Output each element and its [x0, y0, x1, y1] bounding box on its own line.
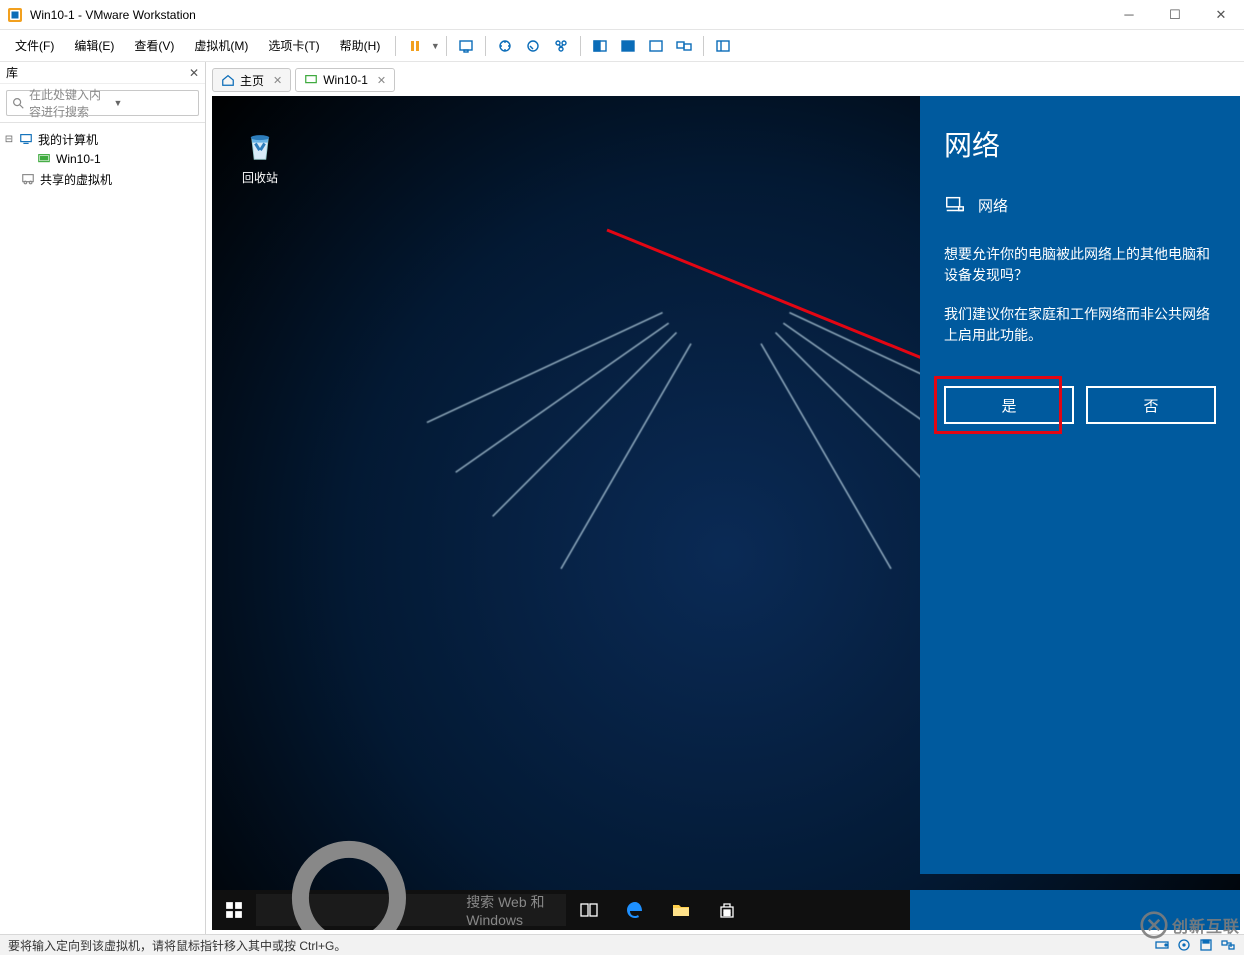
folder-icon [671, 900, 691, 920]
taskbar-search-input[interactable]: 搜索 Web 和 Windows [256, 894, 566, 926]
menu-edit[interactable]: 编辑(E) [65, 33, 123, 58]
window-title: Win10-1 - VMware Workstation [30, 8, 196, 22]
vm-icon [304, 73, 318, 87]
vm-icon [36, 151, 52, 167]
tab-home[interactable]: 主页 ✕ [212, 68, 291, 92]
network-message-2: 我们建议你在家庭和工作网络而非公共网络上启用此功能。 [944, 304, 1216, 346]
pause-icon[interactable] [402, 33, 428, 59]
menu-vm[interactable]: 虚拟机(M) [185, 33, 257, 58]
tabstrip: 主页 ✕ Win10-1 ✕ [212, 66, 1244, 94]
task-view-icon [579, 900, 599, 920]
close-icon[interactable]: ✕ [189, 66, 199, 80]
menu-tabs-opt[interactable]: 选项卡(T) [259, 33, 328, 58]
search-icon [264, 813, 458, 930]
network-icon [944, 194, 966, 216]
guest-taskbar: 搜索 Web 和 Windows [212, 890, 910, 930]
snapshot-manager-icon[interactable] [548, 33, 574, 59]
send-ctrlaltdel-icon[interactable] [453, 33, 479, 59]
library-panel: 库 ✕ 在此处键入内容进行搜索 ▼ ⊟ 我的计算机 Win10-1 共享的虚拟机 [0, 62, 206, 934]
snapshot-revert-icon[interactable] [520, 33, 546, 59]
windows-icon [225, 901, 243, 919]
library-tree: ⊟ 我的计算机 Win10-1 共享的虚拟机 [0, 122, 205, 195]
cd-icon[interactable] [1176, 937, 1192, 953]
desktop-icon-label: 回收站 [230, 169, 290, 186]
tree-root-my-computer[interactable]: ⊟ 我的计算机 [4, 129, 201, 149]
hdd-icon[interactable] [1154, 937, 1170, 953]
store-button[interactable] [704, 890, 750, 930]
close-button[interactable]: ✕ [1198, 1, 1244, 29]
floppy-icon[interactable] [1198, 937, 1214, 953]
network-adapter-icon[interactable] [1220, 937, 1236, 953]
network-subtitle: 网络 [978, 195, 1008, 216]
unity-icon[interactable] [615, 33, 641, 59]
watermark-icon [1140, 911, 1168, 939]
menu-view[interactable]: 查看(V) [125, 33, 183, 58]
edge-button[interactable] [612, 890, 658, 930]
tree-shared-vms[interactable]: 共享的虚拟机 [20, 169, 201, 189]
no-button[interactable]: 否 [1086, 386, 1216, 424]
statusbar: 要将输入定向到该虚拟机，请将鼠标指针移入其中或按 Ctrl+G。 [0, 934, 1244, 955]
network-side-panel: 网络 网络 想要允许你的电脑被此网络上的其他电脑和设备发现吗？ 我们建议你在家庭… [920, 96, 1240, 874]
network-title: 网络 [944, 124, 1216, 164]
stretch-icon[interactable] [643, 33, 669, 59]
minimize-button[interactable]: ─ [1106, 1, 1152, 29]
watermark: 创新互联 [1140, 911, 1240, 939]
snapshot-icon[interactable] [492, 33, 518, 59]
monitor-icon [18, 131, 34, 147]
window-titlebar: Win10-1 - VMware Workstation ─ ☐ ✕ [0, 0, 1244, 30]
library-toggle-icon[interactable] [710, 33, 736, 59]
guest-desktop[interactable]: 回收站 网络 网络 想要允许你的电脑被此网络上的其他电脑和设备发现吗？ 我们建议… [212, 96, 1240, 930]
fullscreen-icon[interactable] [587, 33, 613, 59]
vm-viewport[interactable]: 回收站 网络 网络 想要允许你的电脑被此网络上的其他电脑和设备发现吗？ 我们建议… [212, 96, 1240, 930]
start-button[interactable] [212, 890, 256, 930]
edge-icon [625, 900, 645, 920]
maximize-button[interactable]: ☐ [1152, 1, 1198, 29]
yes-button[interactable]: 是 [944, 386, 1074, 424]
store-icon [717, 900, 737, 920]
search-placeholder: 在此处键入内容进行搜索 [29, 86, 110, 120]
home-icon [221, 73, 235, 87]
library-search-input[interactable]: 在此处键入内容进行搜索 ▼ [6, 90, 199, 116]
task-view-button[interactable] [566, 890, 612, 930]
chevron-down-icon[interactable]: ▼ [430, 41, 440, 51]
menubar: 文件(F) 编辑(E) 查看(V) 虚拟机(M) 选项卡(T) 帮助(H) ▼ [0, 30, 1244, 62]
network-message-1: 想要允许你的电脑被此网络上的其他电脑和设备发现吗？ [944, 244, 1216, 286]
close-icon[interactable]: ✕ [377, 74, 386, 87]
multi-monitor-icon[interactable] [671, 33, 697, 59]
close-icon[interactable]: ✕ [273, 74, 282, 87]
library-title: 库 [6, 64, 18, 81]
tree-vm-win10-1[interactable]: Win10-1 [36, 149, 201, 169]
shared-icon [20, 171, 36, 187]
menu-help[interactable]: 帮助(H) [331, 33, 390, 58]
recycle-bin-icon[interactable]: 回收站 [230, 126, 290, 186]
status-text: 要将输入定向到该虚拟机，请将鼠标指针移入其中或按 Ctrl+G。 [8, 937, 346, 954]
vmware-app-icon [6, 6, 24, 24]
chevron-down-icon[interactable]: ▼ [114, 98, 195, 108]
tab-win10-1[interactable]: Win10-1 ✕ [295, 68, 395, 92]
file-explorer-button[interactable] [658, 890, 704, 930]
menu-file[interactable]: 文件(F) [6, 33, 63, 58]
